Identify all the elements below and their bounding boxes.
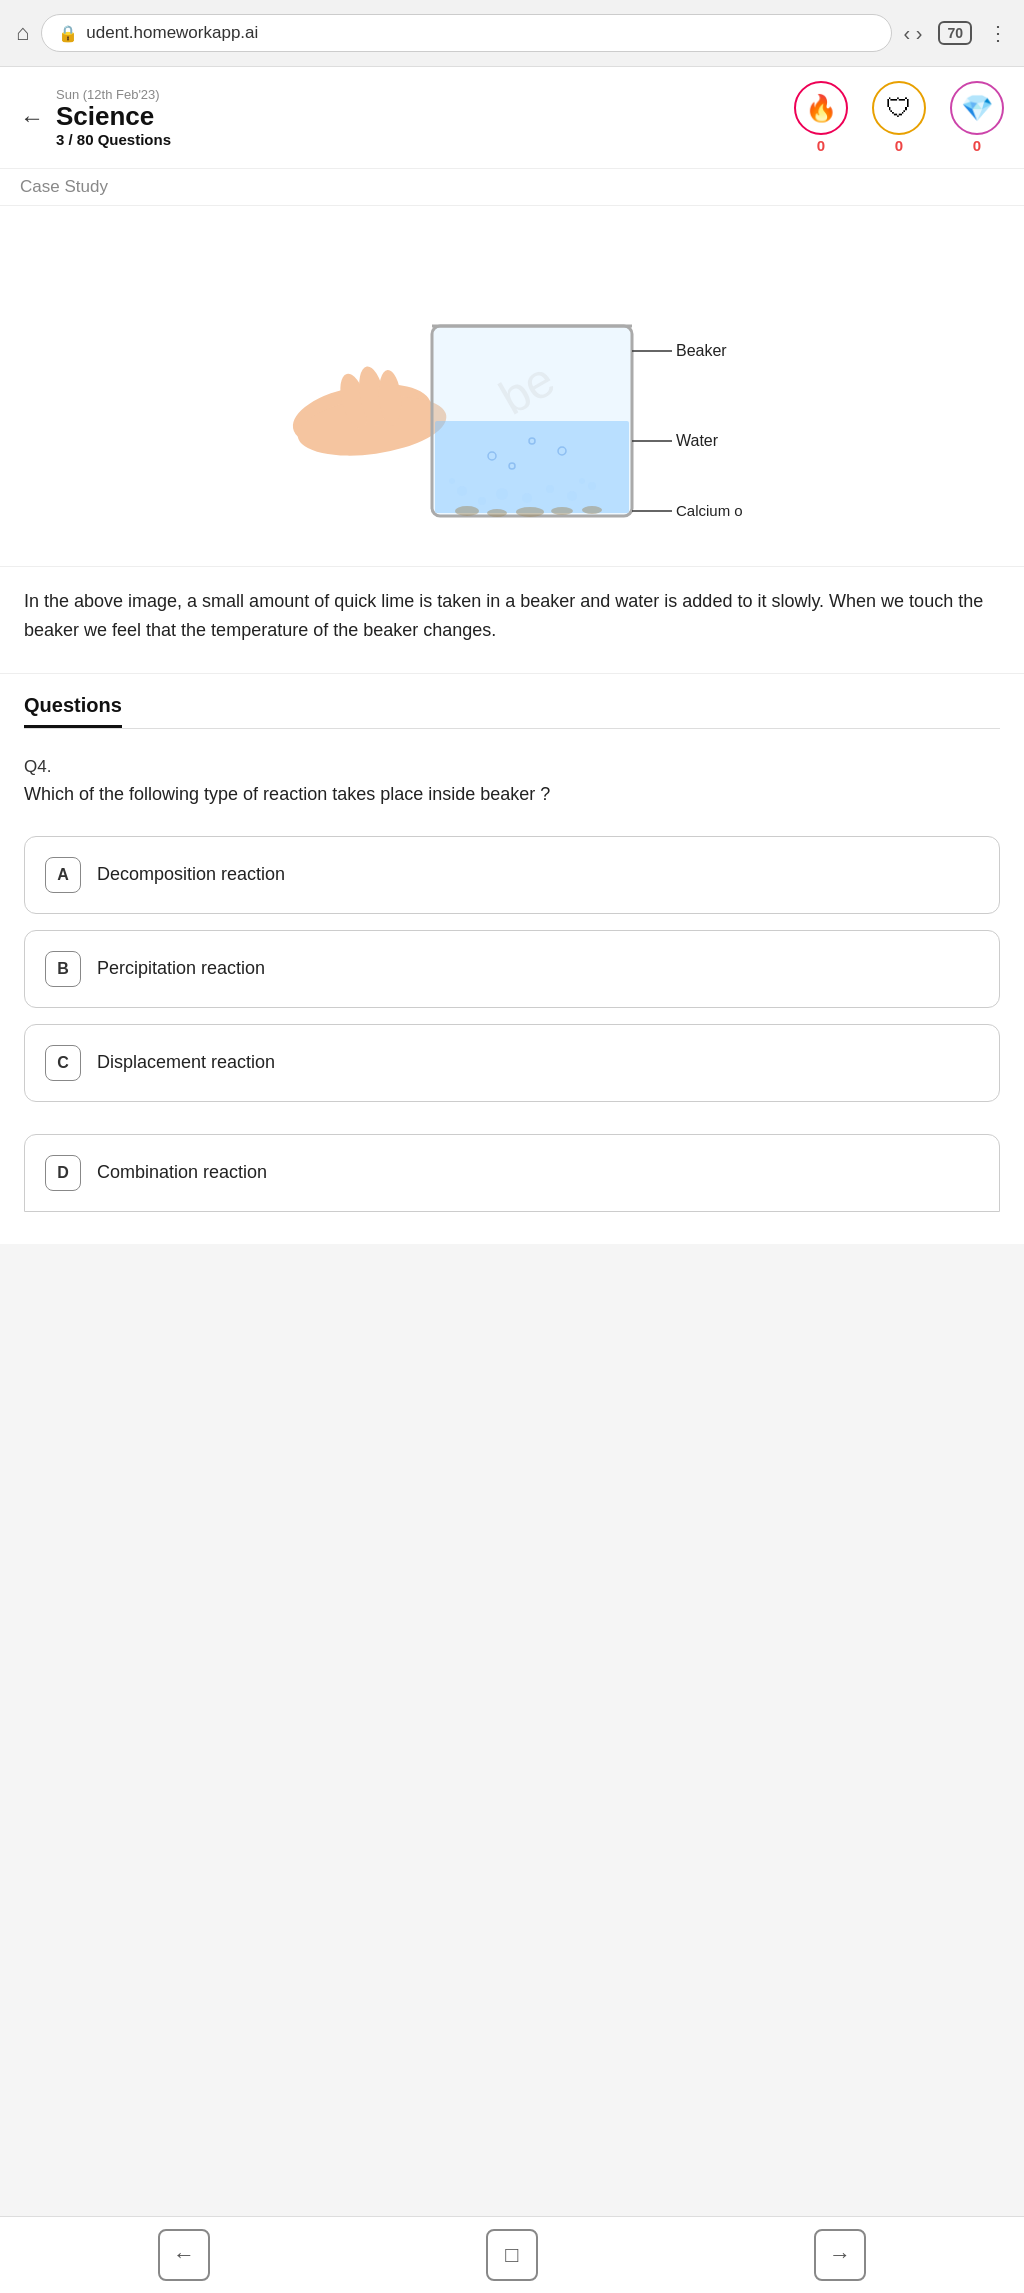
svg-point-25 (582, 506, 602, 514)
svg-point-22 (487, 509, 507, 517)
beaker-label: Beaker (676, 342, 727, 359)
questions-header: Questions (0, 674, 1024, 729)
option-c-text: Displacement reaction (97, 1052, 275, 1073)
header-questions: 3 / 80 Questions (56, 131, 171, 148)
svg-point-21 (455, 506, 479, 516)
header-subject: Science (56, 102, 171, 131)
header-left: ← Sun (12th Feb'23) Science 3 / 80 Quest… (20, 87, 171, 148)
svg-point-8 (457, 486, 467, 496)
header-info: Sun (12th Feb'23) Science 3 / 80 Questio… (56, 87, 171, 148)
question-text: Which of the following type of reaction … (24, 781, 1000, 808)
gem-score: 0 (973, 137, 981, 154)
option-d-text: Combination reaction (97, 1162, 267, 1183)
bottom-nav: ← □ → (0, 2216, 1024, 2293)
description-text: In the above image, a small amount of qu… (24, 587, 1000, 645)
svg-point-14 (588, 482, 596, 490)
option-a-text: Decomposition reaction (97, 864, 285, 885)
badge-fire: 🔥 0 (794, 81, 848, 154)
next-button[interactable]: → (814, 2229, 866, 2281)
menu-icon[interactable]: ⋮ (988, 21, 1008, 45)
browser-chrome: ⌂ 🔒 udent.homeworkapp.ai ‹ › 70 ⋮ (0, 0, 1024, 67)
app-header: ← Sun (12th Feb'23) Science 3 / 80 Quest… (0, 67, 1024, 169)
svg-point-12 (546, 485, 554, 493)
url-bar[interactable]: 🔒 udent.homeworkapp.ai (41, 14, 891, 52)
shield-badge-circle: 🛡 (872, 81, 926, 135)
url-text: udent.homeworkapp.ai (86, 23, 258, 43)
svg-rect-7 (435, 421, 629, 513)
option-c[interactable]: C Displacement reaction (24, 1024, 1000, 1102)
svg-point-11 (522, 493, 532, 503)
fire-badge-circle: 🔥 (794, 81, 848, 135)
beaker-diagram: Beaker Water Calcium oxide be (282, 226, 742, 546)
tab-count[interactable]: 70 (938, 21, 972, 45)
svg-point-15 (449, 478, 455, 484)
shield-score: 0 (895, 137, 903, 154)
badge-gem: 💎 0 (950, 81, 1004, 154)
svg-point-13 (567, 491, 577, 501)
badge-shield: 🛡 0 (872, 81, 926, 154)
browser-actions: ‹ › 70 ⋮ (904, 21, 1008, 45)
option-d[interactable]: D Combination reaction (24, 1134, 1000, 1212)
option-c-letter: C (45, 1045, 81, 1081)
option-b-text: Percipitation reaction (97, 958, 265, 979)
home-button[interactable]: □ (486, 2229, 538, 2281)
svg-point-10 (496, 488, 508, 500)
water-label: Water (676, 432, 719, 449)
question-card: Q4. Which of the following type of react… (0, 729, 1024, 1244)
case-study-label: Case Study (0, 169, 1024, 206)
questions-title: Questions (24, 694, 122, 728)
option-b[interactable]: B Percipitation reaction (24, 930, 1000, 1008)
svg-point-9 (478, 497, 486, 505)
beaker-svg: Beaker Water Calcium oxide be (282, 226, 742, 546)
option-a[interactable]: A Decomposition reaction (24, 836, 1000, 914)
option-a-letter: A (45, 857, 81, 893)
fire-score: 0 (817, 137, 825, 154)
svg-point-24 (551, 507, 573, 515)
back-button[interactable]: ← (20, 104, 44, 132)
svg-point-23 (516, 507, 544, 517)
gem-badge-circle: 💎 (950, 81, 1004, 135)
prev-button[interactable]: ← (158, 2229, 210, 2281)
description-section: In the above image, a small amount of qu… (0, 567, 1024, 674)
calcium-oxide-label: Calcium oxide (676, 502, 742, 519)
browser-home-icon[interactable]: ⌂ (16, 20, 29, 46)
svg-point-16 (579, 478, 585, 484)
option-d-letter: D (45, 1155, 81, 1191)
options-list: A Decomposition reaction B Percipitation… (24, 836, 1000, 1212)
header-badges: 🔥 0 🛡 0 💎 0 (794, 81, 1004, 154)
question-number: Q4. (24, 757, 1000, 777)
option-b-letter: B (45, 951, 81, 987)
lock-icon: 🔒 (58, 24, 78, 43)
header-date: Sun (12th Feb'23) (56, 87, 171, 102)
image-section: Beaker Water Calcium oxide be (0, 206, 1024, 567)
share-icon[interactable]: ‹ › (904, 22, 923, 45)
